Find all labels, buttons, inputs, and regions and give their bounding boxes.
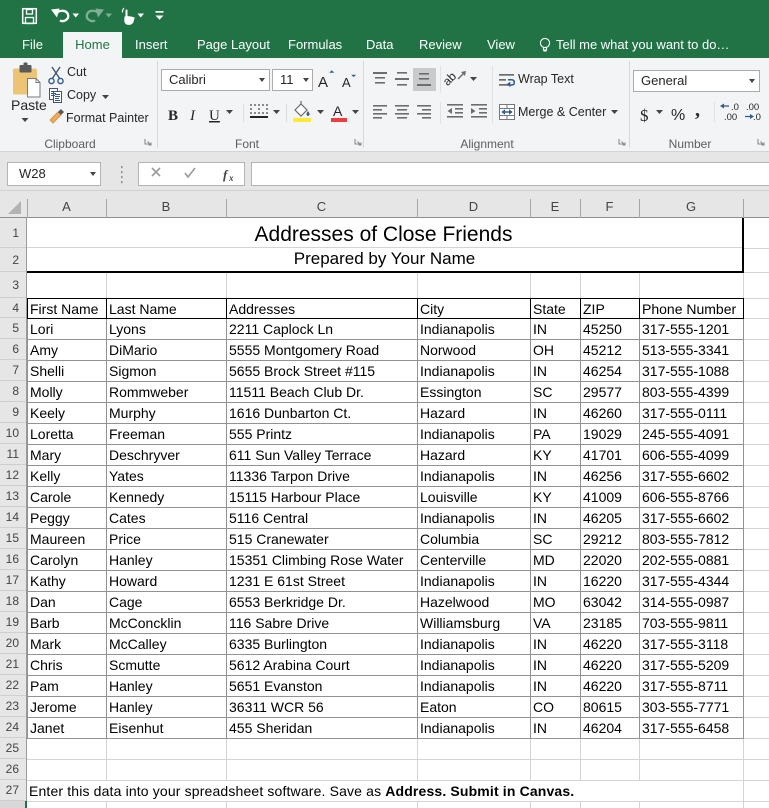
svg-text:%: % xyxy=(671,107,685,124)
svg-text:B: B xyxy=(168,108,178,124)
svg-text:A: A xyxy=(333,103,343,119)
svg-text:ab: ab xyxy=(440,69,460,89)
svg-text:U: U xyxy=(209,108,220,124)
svg-text:,: , xyxy=(695,99,700,121)
svg-text:.00: .00 xyxy=(724,112,737,123)
svg-text:A: A xyxy=(342,75,351,90)
svg-text:I: I xyxy=(189,108,196,124)
svg-text:.0: .0 xyxy=(753,112,761,123)
svg-text:x: x xyxy=(228,173,234,183)
svg-text:A: A xyxy=(318,74,328,91)
svg-text:$: $ xyxy=(640,106,649,125)
